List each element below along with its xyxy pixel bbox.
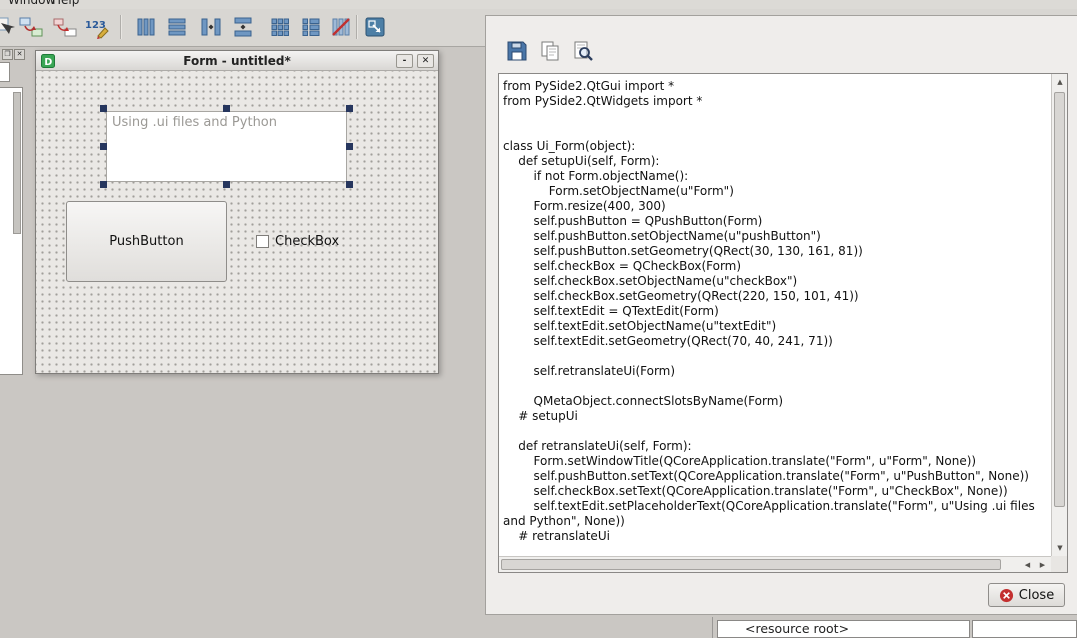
pushbutton-label: PushButton xyxy=(109,234,183,249)
save-icon xyxy=(506,40,528,62)
layout-horizontal-icon xyxy=(135,16,157,38)
edit-widgets-button[interactable] xyxy=(0,14,16,40)
form-canvas[interactable]: Using .ui files and Python PushButton Ch… xyxy=(36,71,438,373)
edit-buddies-button[interactable] xyxy=(52,14,78,40)
form-window-titlebar[interactable]: D Form - untitled* - ✕ xyxy=(36,51,438,71)
dock-icon: ❐ xyxy=(4,50,10,58)
close-dialog-button[interactable]: Close xyxy=(988,583,1065,607)
code-preview-dialog: from PySide2.QtGui import * from PySide2… xyxy=(485,15,1077,615)
textedit-widget[interactable]: Using .ui files and Python xyxy=(106,111,347,182)
layout-vertical-button[interactable] xyxy=(164,14,190,40)
resource-panel-fragment[interactable] xyxy=(972,620,1077,638)
save-button[interactable] xyxy=(503,37,531,65)
close-button[interactable]: ✕ xyxy=(417,54,434,68)
layout-splitter-vertical-icon xyxy=(232,16,254,38)
horizontal-scrollbar[interactable]: ◀ ▶ xyxy=(499,556,1051,572)
adjust-size-icon xyxy=(364,16,386,38)
form-window-title: Form - untitled* xyxy=(36,54,438,68)
selection-handle-bottom-right[interactable] xyxy=(346,181,353,188)
scroll-right-icon[interactable]: ▶ xyxy=(1035,557,1050,572)
vertical-scrollbar[interactable]: ▲ ▼ xyxy=(1051,74,1067,556)
vertical-scrollbar-thumb[interactable] xyxy=(1054,92,1065,507)
selection-handle-bottom-left[interactable] xyxy=(100,181,107,188)
scroll-left-icon[interactable]: ◀ xyxy=(1020,557,1035,572)
layout-grid-button[interactable] xyxy=(267,14,293,40)
find-icon xyxy=(572,40,594,62)
menu-window[interactable]: Window xyxy=(8,0,55,7)
menubar: Window Help xyxy=(0,0,1077,9)
copy-button[interactable] xyxy=(536,37,564,65)
layout-form-button[interactable] xyxy=(298,14,324,40)
edit-signals-slots-button[interactable] xyxy=(18,14,44,40)
find-button[interactable] xyxy=(569,37,597,65)
layout-vertical-icon xyxy=(166,16,188,38)
toolbar-separator xyxy=(356,15,358,39)
layout-splitter-vertical-button[interactable] xyxy=(230,14,256,40)
close-circle-icon xyxy=(999,588,1014,603)
widgetbox-filter-fragment[interactable] xyxy=(0,62,10,82)
layout-form-icon xyxy=(300,16,322,38)
edit-buddies-icon xyxy=(53,15,77,39)
selection-handle-middle-left[interactable] xyxy=(100,143,107,150)
dock-float-button[interactable]: ❐ xyxy=(2,49,13,60)
pushbutton-widget[interactable]: PushButton xyxy=(66,201,227,282)
edit-tab-order-icon: 123 xyxy=(84,15,110,39)
close-dialog-label: Close xyxy=(1019,588,1054,603)
horizontal-scrollbar-thumb[interactable] xyxy=(501,559,1001,570)
checkbox-label: CheckBox xyxy=(275,234,339,249)
selection-handle-top-right[interactable] xyxy=(346,105,353,112)
edit-signals-slots-icon xyxy=(19,15,43,39)
checkbox-widget[interactable]: CheckBox xyxy=(256,221,357,262)
layout-splitter-horizontal-button[interactable] xyxy=(198,14,224,40)
selection-handle-bottom-center[interactable] xyxy=(223,181,230,188)
code-view[interactable]: from PySide2.QtGui import * from PySide2… xyxy=(498,73,1068,573)
toolbar-separator xyxy=(120,15,122,39)
adjust-size-button[interactable] xyxy=(362,14,388,40)
scroll-down-icon[interactable]: ▼ xyxy=(1052,540,1068,556)
resource-root-item[interactable]: <resource root> xyxy=(717,620,970,638)
scrollbar-corner xyxy=(1051,556,1067,572)
panel-divider xyxy=(712,617,713,638)
form-designer-window: D Form - untitled* - ✕ Using .ui files a… xyxy=(35,50,439,374)
copy-icon xyxy=(539,40,561,62)
dock-close-button[interactable]: ✕ xyxy=(14,49,25,60)
minimize-button[interactable]: - xyxy=(396,54,413,68)
scroll-up-icon[interactable]: ▲ xyxy=(1052,74,1068,90)
menu-help[interactable]: Help xyxy=(52,0,79,7)
selection-handle-top-left[interactable] xyxy=(100,105,107,112)
layout-splitter-horizontal-icon xyxy=(200,16,222,38)
layout-horizontal-button[interactable] xyxy=(133,14,159,40)
widgetbox-scrollbar[interactable] xyxy=(13,92,21,234)
edit-widgets-icon xyxy=(0,15,15,39)
selection-handle-middle-right[interactable] xyxy=(346,143,353,150)
edit-tab-order-button[interactable]: 123 xyxy=(84,14,110,40)
break-layout-icon xyxy=(330,16,352,38)
svg-text:123: 123 xyxy=(85,20,106,31)
layout-grid-icon xyxy=(269,16,291,38)
selection-handle-top-center[interactable] xyxy=(223,105,230,112)
checkbox-indicator[interactable] xyxy=(256,235,269,248)
break-layout-button[interactable] xyxy=(328,14,354,40)
close-icon: ✕ xyxy=(17,50,23,58)
generated-python-code[interactable]: from PySide2.QtGui import * from PySide2… xyxy=(499,74,1051,556)
